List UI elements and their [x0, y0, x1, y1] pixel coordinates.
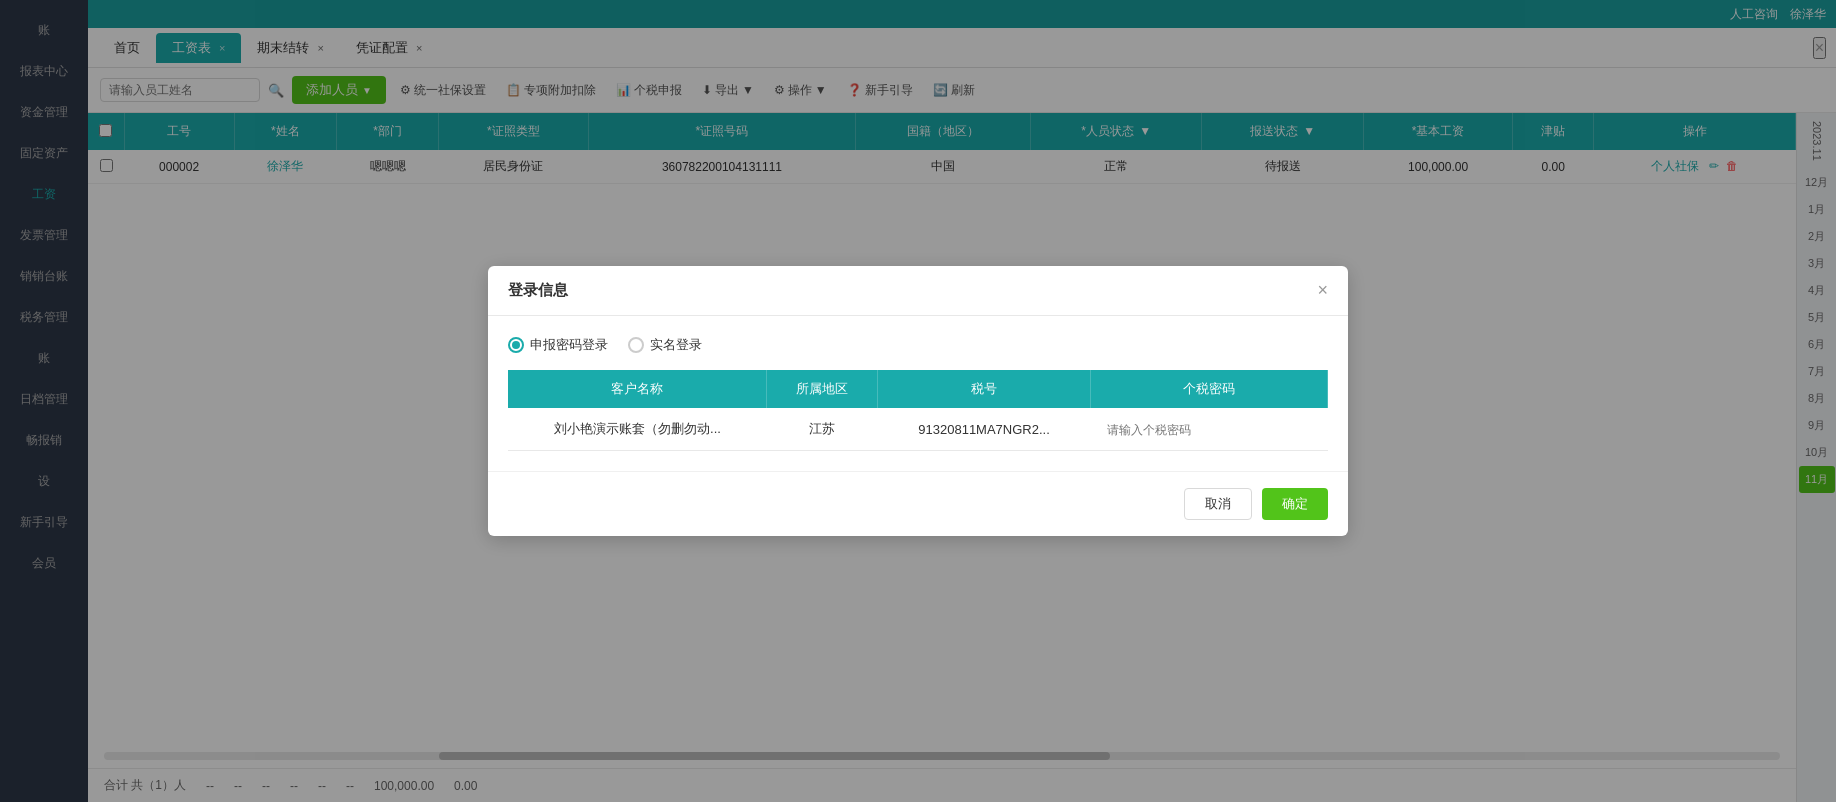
radio-realname-login[interactable]: 实名登录	[628, 336, 702, 354]
modal-body: 申报密码登录 实名登录 客户名称 所属地区 税号 个税密码	[488, 316, 1348, 471]
col-region: 所属地区	[767, 370, 878, 408]
dialog-table-row: 刘小艳演示账套（勿删勿动... 江苏 91320811MA7NGR2...	[508, 408, 1328, 451]
modal-overlay: 登录信息 × 申报密码登录 实名登录 客户名称	[0, 0, 1836, 802]
modal-footer: 取消 确定	[488, 471, 1348, 536]
dialog-table: 客户名称 所属地区 税号 个税密码 刘小艳演示账套（勿删勿动... 江苏 913…	[508, 370, 1328, 451]
col-tax-password: 个税密码	[1091, 370, 1328, 408]
radio-realname-label: 实名登录	[650, 336, 702, 354]
radio-realname-btn	[628, 337, 644, 353]
cancel-button[interactable]: 取消	[1184, 488, 1252, 520]
region-cell: 江苏	[767, 408, 878, 451]
tax-no-cell: 91320811MA7NGR2...	[878, 408, 1091, 451]
modal-header: 登录信息 ×	[488, 266, 1348, 316]
modal-close-button[interactable]: ×	[1317, 280, 1328, 301]
modal-title: 登录信息	[508, 281, 568, 300]
tax-password-input[interactable]	[1107, 423, 1312, 437]
radio-group: 申报密码登录 实名登录	[508, 336, 1328, 354]
login-modal: 登录信息 × 申报密码登录 实名登录 客户名称	[488, 266, 1348, 536]
tax-password-cell[interactable]	[1091, 408, 1328, 451]
confirm-button[interactable]: 确定	[1262, 488, 1328, 520]
col-client-name: 客户名称	[508, 370, 767, 408]
col-tax-no: 税号	[878, 370, 1091, 408]
client-name-cell: 刘小艳演示账套（勿删勿动...	[508, 408, 767, 451]
radio-password-label: 申报密码登录	[530, 336, 608, 354]
radio-password-login[interactable]: 申报密码登录	[508, 336, 608, 354]
radio-password-btn	[508, 337, 524, 353]
